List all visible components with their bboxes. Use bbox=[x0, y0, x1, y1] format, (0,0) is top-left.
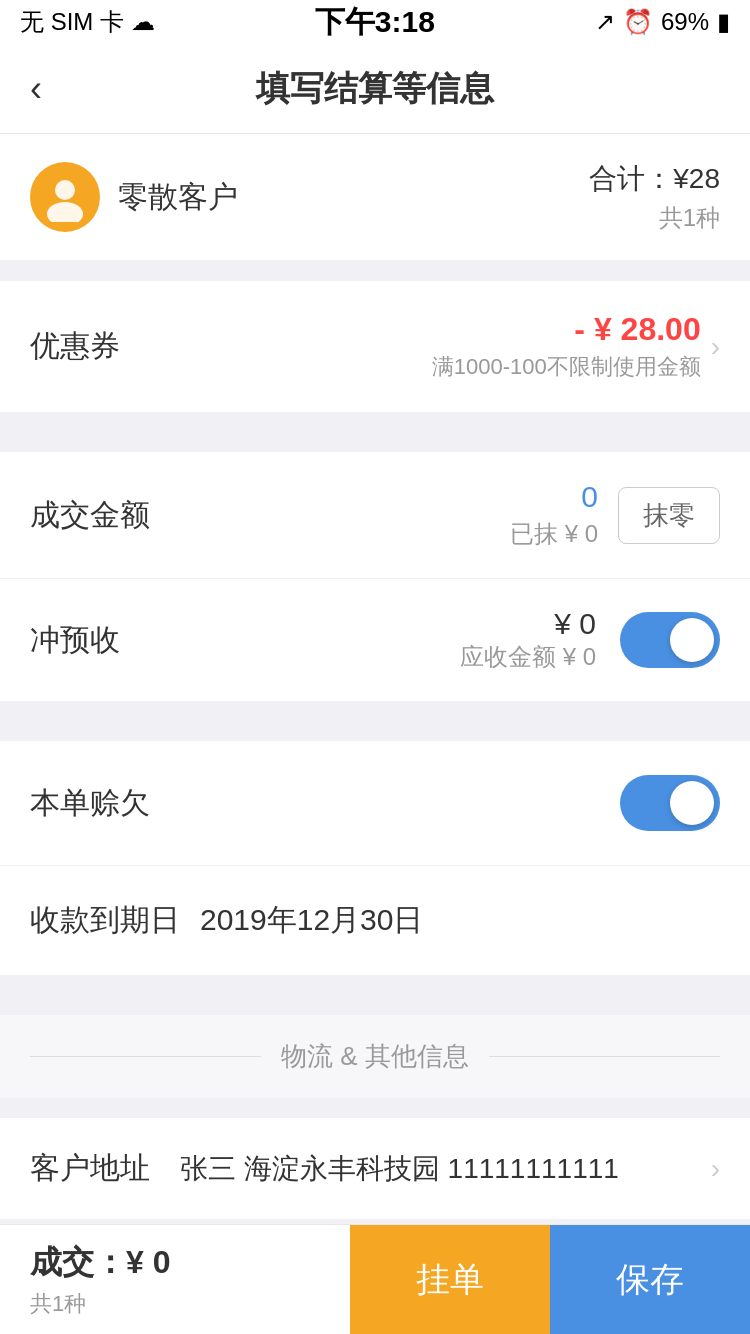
bottom-bar: 成交：¥ 0 共1种 挂单 保存 bbox=[0, 1224, 750, 1334]
address-value: 张三 海淀永丰科技园 11111111111 bbox=[180, 1150, 711, 1188]
credit-toggle-knob bbox=[670, 781, 714, 825]
address-chevron-icon: › bbox=[711, 1153, 720, 1185]
address-label: 客户地址 bbox=[30, 1148, 150, 1189]
logistics-header: 物流 & 其他信息 bbox=[0, 1015, 750, 1098]
bottom-info: 成交：¥ 0 共1种 bbox=[0, 1241, 350, 1319]
address-section: 客户地址 张三 海淀永丰科技园 11111111111 › bbox=[0, 1118, 750, 1219]
prepay-main-value: ¥ 0 bbox=[460, 607, 596, 641]
deal-amount-value: 0 bbox=[510, 480, 598, 514]
prepay-right: ¥ 0 应收金额 ¥ 0 bbox=[460, 607, 720, 673]
bottom-count: 共1种 bbox=[30, 1289, 320, 1319]
customer-row: 零散客户 合计：¥28 共1种 bbox=[0, 134, 750, 260]
prepay-toggle[interactable] bbox=[620, 612, 720, 668]
svg-point-1 bbox=[47, 202, 83, 222]
status-time: 下午3:18 bbox=[315, 2, 435, 43]
coupon-section[interactable]: 优惠券 - ¥ 28.00 满1000-100不限制使用金额 › bbox=[0, 280, 750, 412]
svg-point-0 bbox=[55, 180, 75, 200]
prepay-sub-value: 应收金额 ¥ 0 bbox=[460, 641, 596, 673]
divider-1 bbox=[0, 432, 750, 452]
coupon-chevron-icon: › bbox=[711, 331, 720, 363]
credit-label: 本单赊欠 bbox=[30, 783, 150, 824]
coupon-info: - ¥ 28.00 满1000-100不限制使用金额 bbox=[432, 311, 701, 382]
battery-icon: ▮ bbox=[717, 8, 730, 36]
content-area: 零散客户 合计：¥28 共1种 优惠券 - ¥ 28.00 满1000-100不… bbox=[0, 134, 750, 1334]
customer-count: 共1种 bbox=[589, 202, 720, 234]
divider-2 bbox=[0, 721, 750, 741]
bottom-deal-amount: 成交：¥ 0 bbox=[30, 1241, 320, 1285]
due-date-label: 收款到期日 bbox=[30, 900, 180, 941]
coupon-label: 优惠券 bbox=[30, 326, 120, 367]
location-icon: ↗ bbox=[595, 8, 615, 36]
save-button[interactable]: 保存 bbox=[550, 1225, 750, 1335]
customer-name: 零散客户 bbox=[118, 177, 238, 218]
deal-section: 成交金额 0 已抹 ¥ 0 抹零 冲预收 ¥ 0 应收金额 ¥ 0 bbox=[0, 452, 750, 701]
prepay-row: 冲预收 ¥ 0 应收金额 ¥ 0 bbox=[0, 579, 750, 701]
deal-amount-sub: 已抹 ¥ 0 bbox=[510, 518, 598, 550]
due-date-row: 收款到期日 2019年12月30日 bbox=[0, 865, 750, 975]
deal-amount-row: 成交金额 0 已抹 ¥ 0 抹零 bbox=[0, 452, 750, 579]
coupon-desc: 满1000-100不限制使用金额 bbox=[432, 352, 701, 382]
coupon-row[interactable]: 优惠券 - ¥ 28.00 满1000-100不限制使用金额 › bbox=[0, 280, 750, 412]
due-date-value: 2019年12月30日 bbox=[200, 900, 423, 941]
divider-4 bbox=[0, 1098, 750, 1118]
header-line-right bbox=[489, 1056, 720, 1057]
page-title: 填写结算等信息 bbox=[256, 66, 494, 112]
customer-total: 合计：¥28 bbox=[589, 160, 720, 198]
credit-toggle[interactable] bbox=[620, 775, 720, 831]
address-row[interactable]: 客户地址 张三 海淀永丰科技园 11111111111 › bbox=[0, 1118, 750, 1219]
nav-bar: ‹ 填写结算等信息 bbox=[0, 44, 750, 134]
credit-row: 本单赊欠 bbox=[0, 741, 750, 865]
round-off-button[interactable]: 抹零 bbox=[618, 487, 720, 544]
prepay-label: 冲预收 bbox=[30, 620, 120, 661]
status-left: 无 SIM 卡 ☁ bbox=[20, 6, 155, 38]
status-bar: 无 SIM 卡 ☁ 下午3:18 ↗ ⏰ 69% ▮ bbox=[0, 0, 750, 44]
hold-button[interactable]: 挂单 bbox=[350, 1225, 550, 1335]
customer-section: 零散客户 合计：¥28 共1种 bbox=[0, 134, 750, 260]
battery-level: 69% bbox=[661, 8, 709, 36]
header-line-left bbox=[30, 1056, 261, 1057]
prepay-values: ¥ 0 应收金额 ¥ 0 bbox=[460, 607, 596, 673]
sim-signal: 无 SIM 卡 ☁ bbox=[20, 6, 155, 38]
customer-avatar bbox=[30, 162, 100, 232]
status-right: ↗ ⏰ 69% ▮ bbox=[595, 8, 730, 36]
back-button[interactable]: ‹ bbox=[30, 68, 42, 110]
divider-3 bbox=[0, 995, 750, 1015]
coupon-discount: - ¥ 28.00 bbox=[432, 311, 701, 348]
customer-summary: 合计：¥28 共1种 bbox=[589, 160, 720, 234]
customer-left: 零散客户 bbox=[30, 162, 238, 232]
deal-amount-label: 成交金额 bbox=[30, 495, 150, 536]
toggle-knob bbox=[670, 618, 714, 662]
alarm-icon: ⏰ bbox=[623, 8, 653, 36]
credit-section: 本单赊欠 收款到期日 2019年12月30日 bbox=[0, 741, 750, 975]
logistics-label: 物流 & 其他信息 bbox=[261, 1039, 489, 1074]
coupon-right: - ¥ 28.00 满1000-100不限制使用金额 › bbox=[432, 311, 720, 382]
